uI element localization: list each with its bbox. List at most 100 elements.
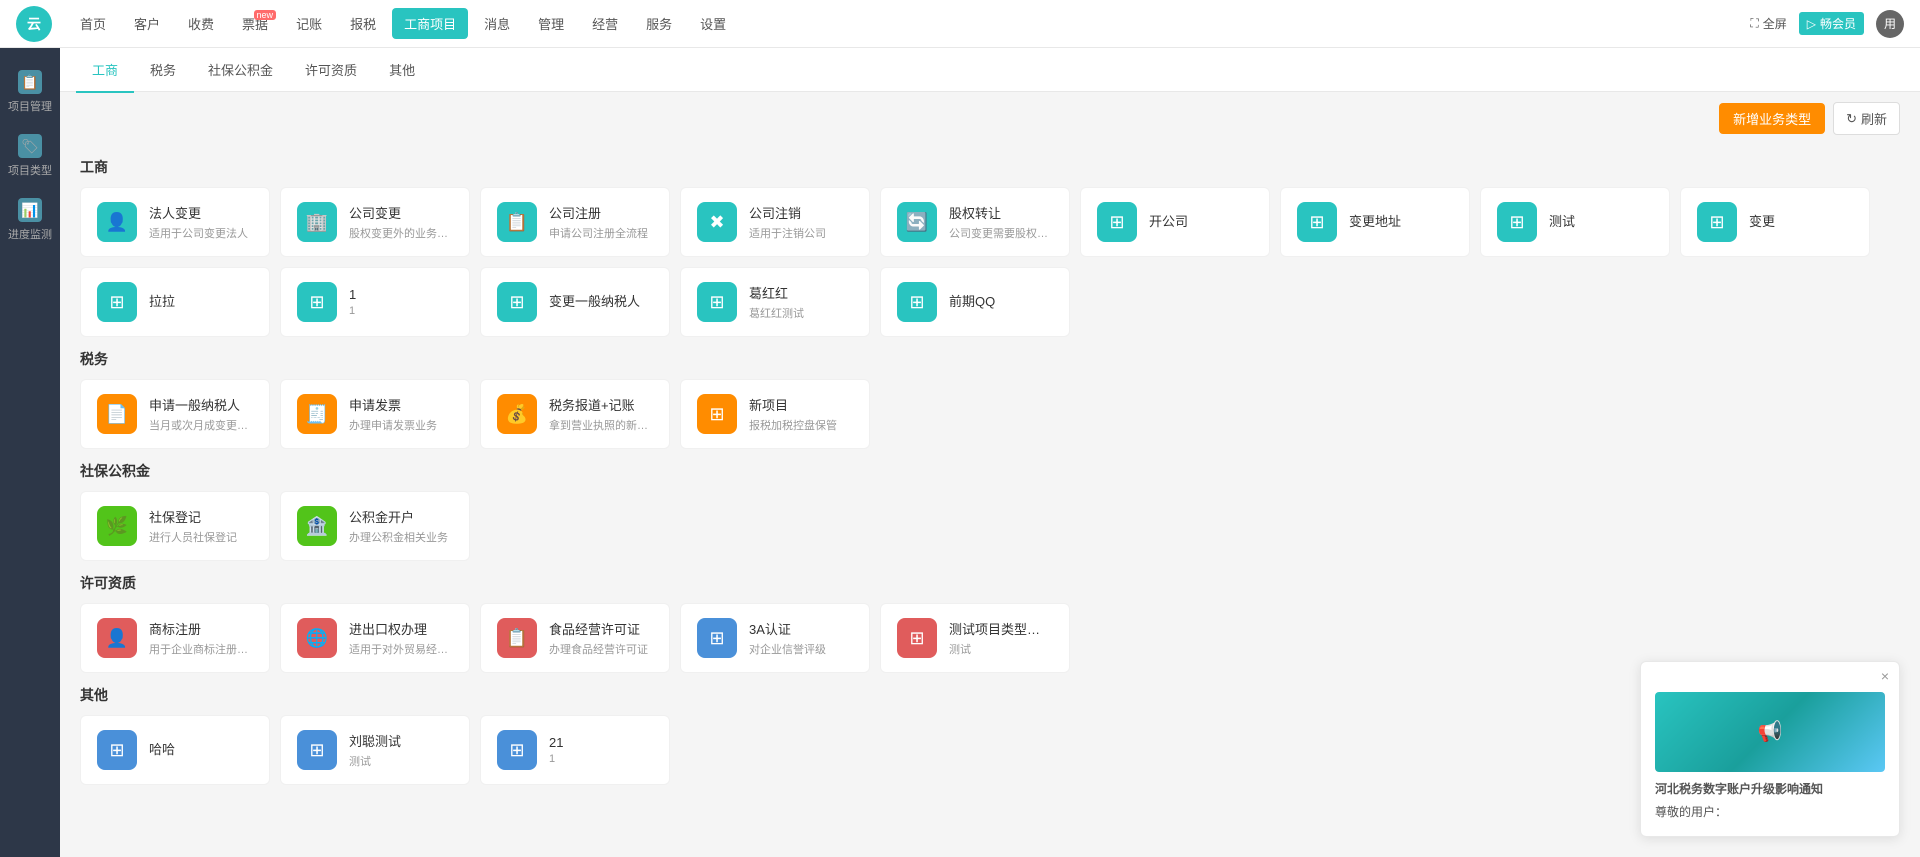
card-icon-gs12: ⊞ (497, 282, 537, 322)
card-icon-qt3: ⊞ (497, 730, 537, 770)
member-button[interactable]: ▷ 畅会员 (1799, 12, 1864, 35)
card-gs6[interactable]: ⊞ 开公司 (1080, 187, 1270, 257)
nav-invoice[interactable]: 票据 new (230, 8, 280, 39)
card-title-qt1: 哈哈 (149, 739, 253, 758)
card-title-gs6: 开公司 (1149, 211, 1253, 230)
card-icon-gs3: 📋 (497, 202, 537, 242)
card-sw2[interactable]: 🧾 申请发票 办理申请发票业务 (280, 379, 470, 449)
section-title-shebao: 社保公积金 (80, 461, 1900, 481)
card-xk2[interactable]: 🌐 进出口权办理 适用于对外贸易经营者 (280, 603, 470, 673)
tab-xukezi[interactable]: 许可资质 (289, 48, 373, 93)
card-desc-gs3: 申请公司注册全流程 (549, 225, 653, 241)
card-qt1[interactable]: ⊞ 哈哈 (80, 715, 270, 785)
card-xk4[interactable]: ⊞ 3A认证 对企业信誉评级 (680, 603, 870, 673)
card-desc-gs1: 适用于公司变更法人 (149, 225, 253, 241)
progress-monitor-icon: 📊 (18, 198, 42, 222)
card-icon-gs2: 🏢 (297, 202, 337, 242)
card-desc-xk5: 测试 (949, 641, 1053, 657)
card-gs9[interactable]: ⊞ 变更 (1680, 187, 1870, 257)
card-xk3[interactable]: 📋 食品经营许可证 办理食品经营许可证 (480, 603, 670, 673)
app-logo: 云 (16, 6, 52, 42)
card-icon-gs10: ⊞ (97, 282, 137, 322)
card-gs11[interactable]: ⊞ 1 1 (280, 267, 470, 337)
sidebar-item-project-type[interactable]: 🏷 项目类型 (0, 124, 60, 188)
card-icon-xk1: 👤 (97, 618, 137, 658)
nav-home[interactable]: 首页 (68, 8, 118, 39)
card-title-xk5: 测试项目类型自定义 (949, 619, 1053, 638)
nav-right: ⛶ 全屏 ▷ 畅会员 用 (1750, 10, 1904, 38)
card-gs12[interactable]: ⊞ 变更一般纳税人 (480, 267, 670, 337)
user-avatar[interactable]: 用 (1876, 10, 1904, 38)
card-icon-sw3: 💰 (497, 394, 537, 434)
tab-gongshang[interactable]: 工商 (76, 48, 134, 93)
nav-accounting[interactable]: 记账 (284, 8, 334, 39)
sidebar-item-project-management[interactable]: 📋 项目管理 (0, 60, 60, 124)
card-qt2[interactable]: ⊞ 刘聪测试 测试 (280, 715, 470, 785)
card-sw1[interactable]: 📄 申请一般纳税人 当月或次月成变更完成 (80, 379, 270, 449)
card-gs7[interactable]: ⊞ 变更地址 (1280, 187, 1470, 257)
card-desc-qt2: 测试 (349, 753, 453, 769)
section-title-xukezi: 许可资质 (80, 573, 1900, 593)
project-management-icon: 📋 (18, 70, 42, 94)
refresh-button[interactable]: ↻ 刷新 (1833, 102, 1900, 135)
card-sb1[interactable]: 🌿 社保登记 进行人员社保登记 (80, 491, 270, 561)
nav-service[interactable]: 服务 (634, 8, 684, 39)
notification-title: 河北税务数字账户升级影响通知 (1655, 780, 1885, 799)
card-icon-gs6: ⊞ (1097, 202, 1137, 242)
tab-shuiwu[interactable]: 税务 (134, 48, 192, 93)
card-title-sw4: 新项目 (749, 395, 853, 414)
card-xk5[interactable]: ⊞ 测试项目类型自定义 测试 (880, 603, 1070, 673)
card-title-gs3: 公司注册 (549, 203, 653, 222)
tab-shebao[interactable]: 社保公积金 (192, 48, 289, 93)
nav-bizproject[interactable]: 工商项目 (392, 8, 468, 39)
nav-settings[interactable]: 设置 (688, 8, 738, 39)
tab-qita[interactable]: 其他 (373, 48, 431, 93)
card-gs10[interactable]: ⊞ 拉拉 (80, 267, 270, 337)
sidebar: 📋 项目管理 🏷 项目类型 📊 进度监测 (0, 48, 60, 857)
tabs-bar: 工商 税务 社保公积金 许可资质 其他 (60, 48, 1920, 92)
nav-customer[interactable]: 客户 (122, 8, 172, 39)
fullscreen-button[interactable]: ⛶ 全屏 (1750, 15, 1786, 32)
nav-manage[interactable]: 管理 (526, 8, 576, 39)
card-icon-gs8: ⊞ (1497, 202, 1537, 242)
nav-tax[interactable]: 报税 (338, 8, 388, 39)
card-gs8[interactable]: ⊞ 测试 (1480, 187, 1670, 257)
card-desc-xk1: 用于企业商标注册服务 (149, 641, 253, 657)
nav-operation[interactable]: 经营 (580, 8, 630, 39)
card-gs4[interactable]: ✖ 公司注销 适用于注销公司 (680, 187, 870, 257)
sidebar-item-progress-monitor[interactable]: 📊 进度监测 (0, 188, 60, 252)
card-icon-gs14: ⊞ (897, 282, 937, 322)
nav-fee[interactable]: 收费 (176, 8, 226, 39)
card-title-sw1: 申请一般纳税人 (149, 395, 253, 414)
card-title-xk3: 食品经营许可证 (549, 619, 653, 638)
card-sb2[interactable]: 🏦 公积金开户 办理公积金相关业务 (280, 491, 470, 561)
card-icon-gs11: ⊞ (297, 282, 337, 322)
nav-message[interactable]: 消息 (472, 8, 522, 39)
project-type-icon: 🏷 (18, 134, 42, 158)
card-gs13[interactable]: ⊞ 葛红红 葛红红测试 (680, 267, 870, 337)
card-title-xk4: 3A认证 (749, 619, 853, 638)
notification-close-button[interactable]: × (1881, 668, 1889, 684)
add-type-button[interactable]: 新增业务类型 (1719, 103, 1825, 134)
card-icon-sw1: 📄 (97, 394, 137, 434)
card-desc-gs13: 葛红红测试 (749, 305, 853, 321)
card-gs2[interactable]: 🏢 公司变更 股权变更外的业务变更 (280, 187, 470, 257)
card-desc-xk3: 办理食品经营许可证 (549, 641, 653, 657)
card-xk1[interactable]: 👤 商标注册 用于企业商标注册服务 (80, 603, 270, 673)
card-title-gs12: 变更一般纳税人 (549, 291, 653, 310)
card-icon-gs9: ⊞ (1697, 202, 1737, 242)
card-title-qt3: 21 (549, 735, 653, 750)
card-sw4[interactable]: ⊞ 新项目 报税加税控盘保管 (680, 379, 870, 449)
card-gs14[interactable]: ⊞ 前期QQ (880, 267, 1070, 337)
card-gs5[interactable]: 🔄 股权转让 公司变更需要股权转让 (880, 187, 1070, 257)
notification-image: 📢 (1655, 692, 1885, 772)
card-gs3[interactable]: 📋 公司注册 申请公司注册全流程 (480, 187, 670, 257)
card-sw3[interactable]: 💰 税务报道+记账 拿到营业执照的新公司 (480, 379, 670, 449)
card-gs1[interactable]: 👤 法人变更 适用于公司变更法人 (80, 187, 270, 257)
notification-header: × (1641, 662, 1899, 684)
card-qt3[interactable]: ⊞ 21 1 (480, 715, 670, 785)
card-desc-sw3: 拿到营业执照的新公司 (549, 417, 653, 433)
card-icon-sw4: ⊞ (697, 394, 737, 434)
card-title-xk1: 商标注册 (149, 619, 253, 638)
card-icon-gs5: 🔄 (897, 202, 937, 242)
